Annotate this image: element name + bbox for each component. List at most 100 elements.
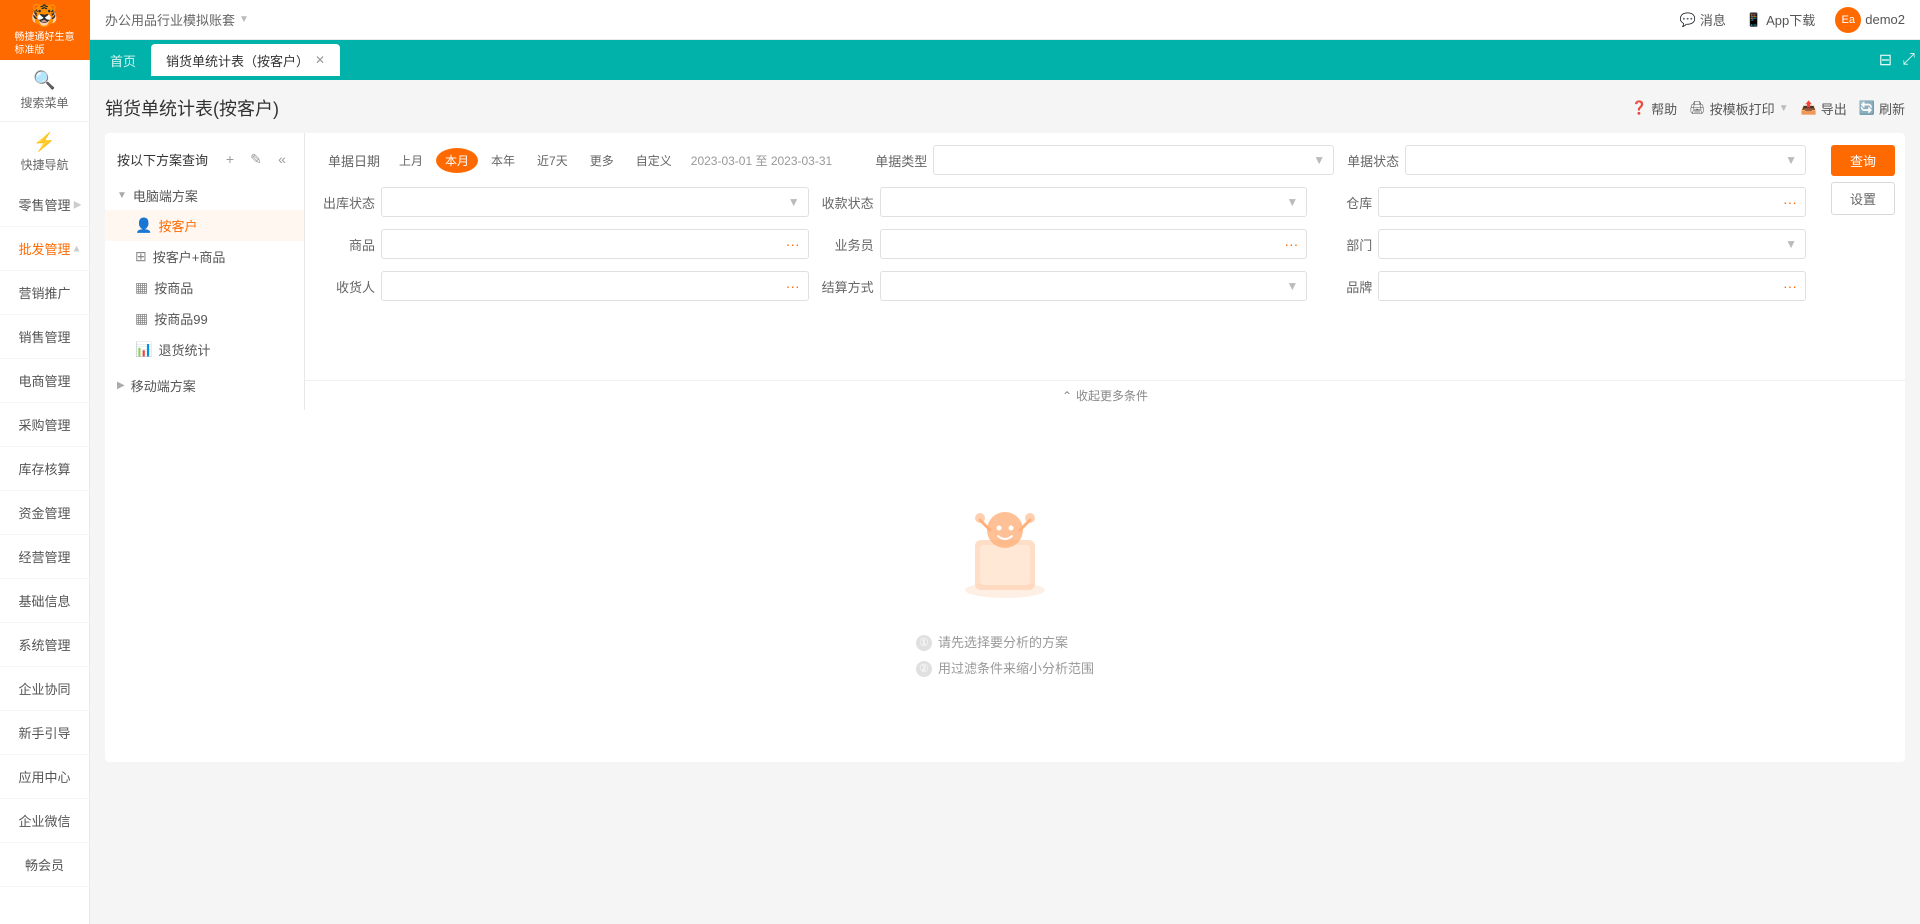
- download-label: App下载: [1766, 10, 1815, 29]
- empty-tip-2: ② 用过滤条件来缩小分析范围: [916, 656, 1094, 682]
- download-icon: 📱: [1746, 12, 1762, 28]
- quick-nav-item[interactable]: ⚡ 快捷导航: [0, 122, 90, 183]
- type-label: 单据类型: [872, 151, 927, 170]
- sidebar: 🐯 畅捷通好生意 标准版 🔍 搜索菜单 ⚡ 快捷导航 零售管理 ▶ 批发管理 ▲…: [0, 0, 90, 924]
- chevron-right-icon: ▶: [74, 199, 82, 210]
- type-select[interactable]: ▼: [933, 145, 1334, 175]
- scheme-item-customer-label: 按客户: [158, 216, 197, 235]
- sidebar-item-ecommerce[interactable]: 电商管理: [0, 359, 90, 403]
- scheme-item-customer-goods[interactable]: ⊞ 按客户+商品: [105, 241, 304, 272]
- sidebar-logo[interactable]: 🐯 畅捷通好生意 标准版: [0, 0, 90, 60]
- scheme-item-goods[interactable]: ▦ 按商品: [105, 272, 304, 303]
- filter-area: 单据日期 上月 本月 本年 近7天 更多 自定义 2023-03-01 至 20…: [305, 133, 1905, 410]
- payment-field: 结算方式 ▼: [819, 271, 1308, 301]
- out-status-label: 出库状态: [320, 193, 375, 212]
- refresh-btn[interactable]: 🔄 刷新: [1859, 99, 1905, 118]
- print-btn[interactable]: 🖨 按模板打印 ▼: [1689, 99, 1788, 118]
- tab-close-icon[interactable]: ✕: [315, 53, 325, 67]
- sidebar-item-wholesale[interactable]: 批发管理 ▲: [0, 227, 90, 271]
- tab-sales-stats[interactable]: 销货单统计表（按客户） ✕: [151, 44, 340, 76]
- brand-select[interactable]: ···: [1378, 271, 1806, 301]
- pay-status-chevron-icon: ▼: [1286, 195, 1298, 209]
- appstore-label: 应用中心: [18, 767, 70, 786]
- sidebar-item-retail[interactable]: 零售管理 ▶: [0, 183, 90, 227]
- sidebar-item-sales[interactable]: 销售管理: [0, 315, 90, 359]
- date-btn-this-month[interactable]: 本月: [436, 148, 478, 173]
- sidebar-item-collab[interactable]: 企业协同: [0, 667, 90, 711]
- scheme-item-customer[interactable]: 👤 按客户: [105, 210, 304, 241]
- tip-num-2: ②: [916, 661, 932, 677]
- scheme-group-mobile-header[interactable]: ▶ 移动端方案: [105, 371, 304, 400]
- user-menu[interactable]: Ea demo2: [1835, 7, 1905, 33]
- payment-chevron-icon: ▼: [1286, 279, 1298, 293]
- warehouse-field: 仓库 ···: [1317, 187, 1806, 217]
- page-header: 销货单统计表(按客户) ❓ 帮助 🖨 按模板打印 ▼ 📤 导出 🔄 刷新: [105, 95, 1905, 121]
- table-icon: ▦: [135, 279, 148, 296]
- date-btn-custom[interactable]: 自定义: [627, 148, 681, 173]
- status-chevron-icon: ▼: [1785, 153, 1797, 167]
- filter-row-wrapper: 单据日期 上月 本月 本年 近7天 更多 自定义 2023-03-01 至 20…: [305, 133, 1905, 380]
- scheme-group-desktop: ▼ 电脑端方案 👤 按客户 ⊞ 按客户+商品 ▦: [105, 181, 304, 365]
- header: 办公用品行业模拟账套 ▼ 💬 消息 📱 App下载 Ea demo2: [90, 0, 1920, 40]
- sales-label: 销售管理: [18, 327, 70, 346]
- date-btn-7days[interactable]: 近7天: [528, 148, 577, 173]
- goods-select[interactable]: ···: [381, 229, 809, 259]
- sidebar-item-operation[interactable]: 经营管理: [0, 535, 90, 579]
- collapse-bar[interactable]: ⌃ 收起更多条件: [305, 380, 1905, 410]
- out-status-select[interactable]: ▼: [381, 187, 809, 217]
- sidebar-item-marketing[interactable]: 营销推广: [0, 271, 90, 315]
- help-btn[interactable]: ❓ 帮助: [1631, 99, 1677, 118]
- search-label: 搜索菜单: [20, 94, 68, 111]
- wholesale-label: 批发管理: [18, 239, 70, 258]
- help-label: 帮助: [1651, 99, 1677, 118]
- query-button[interactable]: 查询: [1831, 145, 1895, 176]
- settings-button[interactable]: 设置: [1831, 182, 1895, 215]
- print-icon: 🖨: [1689, 100, 1706, 116]
- sidebar-search-item[interactable]: 🔍 搜索菜单: [0, 60, 90, 122]
- ecommerce-label: 电商管理: [18, 371, 70, 390]
- tab-fullscreen-icon[interactable]: ⤢: [1902, 51, 1915, 69]
- status-filter-field: 单据状态 ▼: [1344, 145, 1806, 175]
- sidebar-item-newbie[interactable]: 新手引导: [0, 711, 90, 755]
- system-label: 系统管理: [18, 635, 70, 654]
- tab-expand-icon[interactable]: ⊟: [1879, 50, 1892, 70]
- message-icon: 💬: [1680, 12, 1696, 28]
- print-label: 按模板打印: [1710, 99, 1775, 118]
- receiver-label: 收货人: [320, 277, 375, 296]
- date-label: 单据日期: [320, 151, 380, 170]
- sidebar-item-finance[interactable]: 资金管理: [0, 491, 90, 535]
- pay-status-select[interactable]: ▼: [880, 187, 1308, 217]
- app-download-btn[interactable]: 📱 App下载: [1746, 10, 1815, 29]
- export-btn[interactable]: 📤 导出: [1801, 99, 1847, 118]
- date-btn-this-year[interactable]: 本年: [482, 148, 524, 173]
- edit-scheme-btn[interactable]: ✎: [246, 149, 266, 169]
- page-container: 销货单统计表(按客户) ❓ 帮助 🖨 按模板打印 ▼ 📤 导出 🔄 刷新: [90, 80, 1920, 924]
- receiver-select[interactable]: ···: [381, 271, 809, 301]
- collapse-scheme-btn[interactable]: «: [272, 149, 292, 169]
- scheme-item-returns[interactable]: 📊 退货统计: [105, 334, 304, 365]
- staff-select[interactable]: ···: [880, 229, 1308, 259]
- staff-dots-icon: ···: [1284, 236, 1298, 252]
- sidebar-item-purchase[interactable]: 采购管理: [0, 403, 90, 447]
- sidebar-item-wechat[interactable]: 企业微信: [0, 799, 90, 843]
- date-btn-last-month[interactable]: 上月: [390, 148, 432, 173]
- status-select[interactable]: ▼: [1405, 145, 1806, 175]
- warehouse-select[interactable]: ···: [1378, 187, 1806, 217]
- sidebar-item-basics[interactable]: 基础信息: [0, 579, 90, 623]
- date-btn-more[interactable]: 更多: [581, 148, 623, 173]
- payment-select[interactable]: ▼: [880, 271, 1308, 301]
- add-scheme-btn[interactable]: +: [220, 149, 240, 169]
- dept-select[interactable]: ▼: [1378, 229, 1806, 259]
- filter-row-4: 收货人 ··· 结算方式: [320, 271, 1806, 301]
- message-btn[interactable]: 💬 消息: [1680, 10, 1726, 29]
- filter-panel: 单据日期 上月 本月 本年 近7天 更多 自定义 2023-03-01 至 20…: [305, 133, 1821, 380]
- tab-home[interactable]: 首页: [95, 44, 151, 76]
- header-right: 💬 消息 📱 App下载 Ea demo2: [1680, 7, 1905, 33]
- sidebar-item-appstore[interactable]: 应用中心: [0, 755, 90, 799]
- sidebar-item-system[interactable]: 系统管理: [0, 623, 90, 667]
- scheme-group-desktop-header[interactable]: ▼ 电脑端方案: [105, 181, 304, 210]
- account-dropdown[interactable]: 办公用品行业模拟账套 ▼: [105, 10, 249, 29]
- sidebar-item-member[interactable]: 畅会员: [0, 843, 90, 887]
- sidebar-item-inventory[interactable]: 库存核算: [0, 447, 90, 491]
- scheme-item-goods99[interactable]: ▦ 按商品99: [105, 303, 304, 334]
